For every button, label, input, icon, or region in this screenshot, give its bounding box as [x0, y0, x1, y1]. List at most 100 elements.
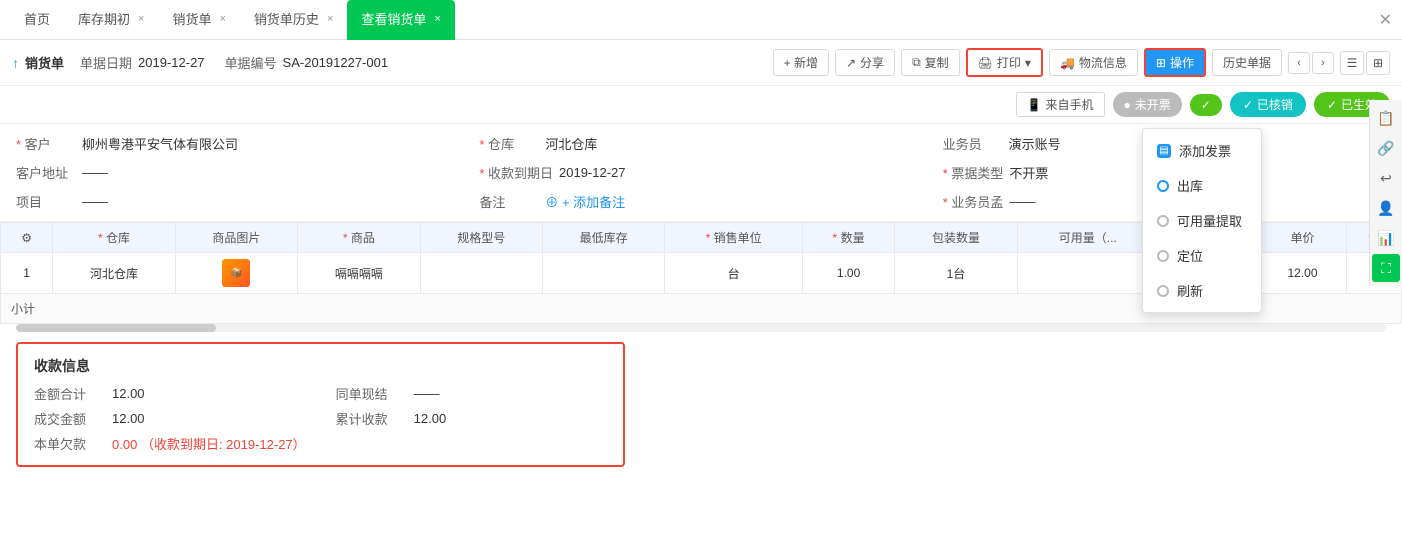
tab-sales-order[interactable]: 销货单 × — [158, 0, 239, 40]
cell-quantity: 1.00 — [802, 253, 894, 294]
right-icon-5[interactable]: ⛶ — [1372, 254, 1400, 282]
sold-button[interactable]: ✓ 已核销 — [1230, 92, 1306, 117]
note-label: 备注 — [479, 192, 539, 211]
doc-title: ↑ 销货单 — [12, 53, 64, 72]
customer-label: 客户 — [16, 134, 76, 153]
tab-view-sales[interactable]: 查看销货单 × — [347, 0, 454, 40]
dropdown-locate[interactable]: 定位 — [1143, 238, 1261, 273]
doc-header: ↑ 销货单 单据日期 2019-12-27 单据编号 SA-20191227-0… — [0, 40, 1402, 86]
tab-inventory-init[interactable]: 库存期初 × — [64, 0, 158, 40]
logistics-icon: 🚚 — [1060, 56, 1075, 70]
operations-button[interactable]: ⊞ 操作 — [1144, 48, 1206, 77]
sales-order-icon: ↑ — [12, 55, 19, 71]
list-view-button[interactable]: ☰ — [1340, 51, 1364, 75]
cumulative-receipt-row: 累计收款 12.00 — [336, 409, 608, 428]
print-button[interactable]: 🖨 打印 ▾ — [966, 48, 1043, 77]
prev-arrow[interactable]: ‹ — [1288, 52, 1310, 74]
col-settings[interactable]: ⚙ — [1, 223, 53, 253]
from-mobile-button[interactable]: 📱 来自手机 — [1016, 92, 1105, 117]
cell-min-stock — [542, 253, 664, 294]
cumulative-receipt-value: 12.00 — [414, 411, 447, 426]
doc-meta: 单据日期 2019-12-27 单据编号 SA-20191227-001 — [80, 53, 757, 72]
dropdown-add-invoice[interactable]: ▤ 添加发票 — [1143, 133, 1261, 168]
transaction-amount-row: 成交金额 12.00 — [34, 409, 306, 428]
operations-dropdown: ▤ 添加发票 出库 可用量提取 定位 刷新 — [1142, 128, 1262, 313]
locate-icon — [1157, 250, 1169, 262]
dropdown-quantity-extract[interactable]: 可用量提取 — [1143, 203, 1261, 238]
staff-value: 演示账号 — [1009, 134, 1061, 153]
cell-pack-qty: 1台 — [895, 253, 1017, 294]
col-min-stock: 最低库存 — [542, 223, 664, 253]
refresh-icon — [1157, 285, 1169, 297]
sales-staff-value: —— — [1009, 194, 1035, 209]
add-note-icon: ⊕ — [545, 195, 558, 210]
doc-type-label: 销货单 — [25, 53, 64, 72]
customer-row: 客户 柳州粤港平安气体有限公司 — [16, 134, 459, 153]
main-area: ↑ 销货单 单据日期 2019-12-27 单据编号 SA-20191227-0… — [0, 40, 1402, 533]
transaction-amount-label: 成交金额 — [34, 409, 104, 428]
total-amount-value: 12.00 — [112, 386, 145, 401]
warehouse-value: 河北仓库 — [545, 134, 597, 153]
new-button[interactable]: + 新增 — [773, 49, 829, 76]
header-toolbar: + 新增 ↗ 分享 ⧉ 复制 🖨 打印 ▾ 🚚 物流信息 ⊞ 操作 — [773, 48, 1390, 77]
share-button[interactable]: ↗ 分享 — [835, 49, 895, 76]
tab-close-inventory[interactable]: × — [138, 13, 144, 25]
dropdown-refresh[interactable]: 刷新 — [1143, 273, 1261, 308]
logistics-button[interactable]: 🚚 物流信息 — [1049, 49, 1138, 76]
col-available: 可用量（... — [1017, 223, 1158, 253]
sales-staff-label: 业务员孟 — [943, 192, 1004, 211]
right-icon-3[interactable]: 👤 — [1372, 194, 1400, 222]
same-order-value: —— — [414, 386, 440, 401]
doc-number-value: SA-20191227-001 — [283, 55, 389, 70]
mobile-icon: 📱 — [1027, 98, 1042, 112]
due-date-note: （收款到期日: 2019-12-27） — [141, 437, 306, 452]
ticket-type-label: 票据类型 — [943, 163, 1004, 182]
next-arrow[interactable]: › — [1312, 52, 1334, 74]
project-value: —— — [82, 194, 108, 209]
warehouse-row: 仓库 河北仓库 — [479, 134, 922, 153]
ticket-type-value: 不开票 — [1009, 163, 1048, 182]
scroll-thumb — [16, 324, 216, 332]
cell-product: 嗝嗝嗝嗝 — [298, 253, 420, 294]
note-row: 备注 ⊕ + 添加备注 — [479, 192, 922, 211]
copy-button[interactable]: ⧉ 复制 — [901, 49, 960, 76]
right-side-icons: 📋 🔗 ↩ 👤 📊 ⛶ — [1369, 100, 1402, 286]
col-product: 商品 — [298, 223, 420, 253]
summary-title: 收款信息 — [34, 356, 607, 376]
dropdown-outbound[interactable]: 出库 — [1143, 168, 1261, 203]
add-invoice-icon: ▤ — [1157, 144, 1171, 158]
tab-close-sales[interactable]: × — [219, 13, 225, 25]
add-note-link[interactable]: ⊕ + 添加备注 — [545, 192, 625, 211]
grid-view-button[interactable]: ⊞ — [1366, 51, 1390, 75]
due-date-label: 收款到期日 — [479, 163, 553, 182]
tab-sales-history[interactable]: 销货单历史 × — [240, 0, 347, 40]
right-icon-4[interactable]: 📊 — [1372, 224, 1400, 252]
copy-icon: ⧉ — [912, 55, 921, 70]
cell-product-img: 📦 — [175, 253, 297, 294]
right-icon-0[interactable]: 📋 — [1372, 104, 1400, 132]
tab-close-view-sales[interactable]: × — [434, 13, 440, 25]
project-row: 项目 —— — [16, 192, 459, 211]
history-button[interactable]: 历史单据 — [1212, 49, 1282, 76]
tab-home[interactable]: 首页 — [10, 0, 64, 40]
right-icon-1[interactable]: 🔗 — [1372, 134, 1400, 162]
check-icon-button[interactable]: ✓ — [1190, 94, 1222, 116]
right-icon-2[interactable]: ↩ — [1372, 164, 1400, 192]
customer-value: 柳州粤港平安气体有限公司 — [82, 134, 238, 153]
this-order-owed-row: 本单欠款 0.00 （收款到期日: 2019-12-27） — [34, 434, 306, 453]
product-image: 📦 — [222, 259, 250, 287]
col-warehouse: 仓库 — [53, 223, 175, 253]
tab-bar-close-button[interactable]: ✕ — [1379, 10, 1392, 30]
doc-date-value: 2019-12-27 — [138, 55, 205, 70]
horizontal-scrollbar[interactable] — [16, 324, 1386, 332]
same-order-label: 同单现结 — [336, 384, 406, 403]
cell-spec — [420, 253, 542, 294]
not-open-ticket-button[interactable]: ● 未开票 — [1113, 92, 1182, 117]
print-dropdown-icon: ▾ — [1025, 56, 1031, 70]
view-toggle: ☰ ⊞ — [1340, 51, 1390, 75]
print-icon: 🖨 — [978, 56, 993, 70]
tab-close-history[interactable]: × — [327, 13, 333, 25]
total-amount-label: 金额合计 — [34, 384, 104, 403]
cell-sales-unit: 台 — [665, 253, 803, 294]
same-order-row: 同单现结 —— — [336, 384, 608, 403]
